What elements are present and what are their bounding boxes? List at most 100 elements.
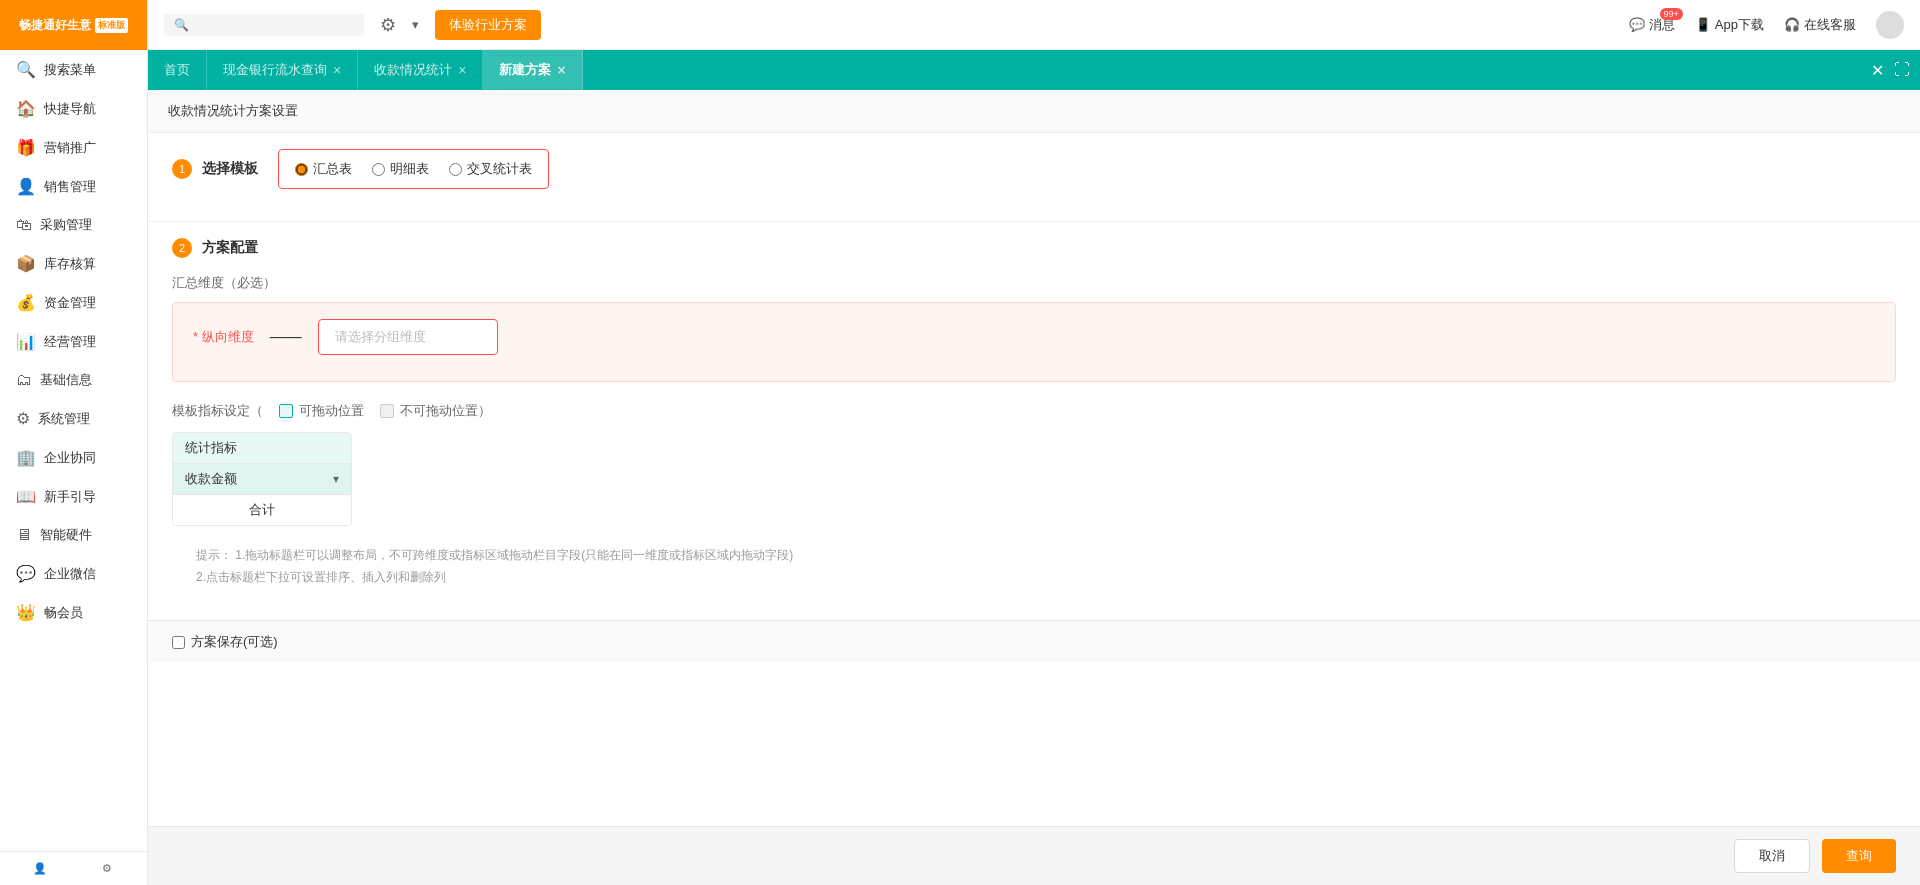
sidebar-item-weixin[interactable]: 💬 企业微信: [0, 554, 147, 593]
detail-radio[interactable]: [372, 163, 385, 176]
dim-placeholder: 请选择分组维度: [335, 328, 426, 346]
sidebar-item-sales[interactable]: 👤 销售管理: [0, 167, 147, 206]
sidebar-bottom: 👤 ⚙: [0, 851, 147, 885]
main-area: 🔍 ⚙ ▾ 体验行业方案 💬 消息 99+ 📱 App下载 🎧 在线客服 首页现…: [148, 0, 1920, 885]
sidebar-label-purchase: 采购管理: [40, 216, 92, 234]
sidebar-item-quick-nav[interactable]: 🏠 快捷导航: [0, 89, 147, 128]
template-options-box: 汇总表 明细表 交叉统计表: [278, 149, 549, 189]
collection-amount-row[interactable]: 收款金额 ▾: [173, 464, 351, 495]
sidebar-item-purchase[interactable]: 🛍 采购管理: [0, 206, 147, 244]
messages-btn[interactable]: 💬 消息 99+: [1629, 16, 1675, 34]
sidebar-label-basic: 基础信息: [40, 371, 92, 389]
content-area: 收款情况统计方案设置 1 选择模板 汇总表 明细表: [148, 90, 1920, 826]
tab-bank[interactable]: 现金银行流水查询×: [207, 50, 358, 90]
search-box[interactable]: 🔍: [164, 14, 364, 36]
step1-section: 1 选择模板 汇总表 明细表 交叉统计表: [148, 133, 1920, 222]
tab-new-plan[interactable]: 新建方案×: [483, 50, 582, 90]
template-cross[interactable]: 交叉统计表: [449, 160, 532, 178]
step2-number: 2: [172, 238, 192, 258]
content-inner: 收款情况统计方案设置 1 选择模板 汇总表 明细表: [148, 90, 1920, 826]
total-cell: 合计: [173, 495, 351, 525]
sidebar-item-operations[interactable]: 📊 经营管理: [0, 322, 147, 361]
tab-close-bank[interactable]: ×: [333, 62, 341, 78]
collection-amount-label: 收款金额: [185, 470, 237, 488]
query-button[interactable]: 查询: [1822, 839, 1896, 873]
cancel-button[interactable]: 取消: [1734, 839, 1810, 873]
non-draggable-indicator: [380, 404, 394, 418]
sidebar-bottom-right[interactable]: ⚙: [78, 862, 138, 875]
vertical-dim-label: * 纵向维度: [193, 328, 254, 346]
tab-close-all-icon[interactable]: ✕: [1871, 61, 1884, 80]
tip-1: 提示： 1.拖动标题栏可以调整布局，不可跨维度或指标区域拖动栏目字段(只能在同一…: [196, 545, 1872, 567]
app-name: 畅捷通好生意: [19, 17, 91, 34]
tabbar: 首页现金银行流水查询×收款情况统计×新建方案× ✕ ⛶: [148, 50, 1920, 90]
step2-header: 2 方案配置: [172, 238, 1896, 258]
page-title: 收款情况统计方案设置: [148, 90, 1920, 133]
hardware-icon: 🖥: [16, 526, 32, 544]
industry-btn[interactable]: 体验行业方案: [435, 10, 541, 40]
member-icon: 👑: [16, 603, 36, 622]
sidebar-item-finance[interactable]: 💰 资金管理: [0, 283, 147, 322]
tab-home[interactable]: 首页: [148, 50, 207, 90]
indicator-title-text: 模板指标设定（: [172, 402, 263, 420]
template-summary[interactable]: 汇总表: [295, 160, 352, 178]
tab-collection[interactable]: 收款情况统计 ×: [358, 50, 483, 90]
stats-label: 统计指标: [185, 439, 237, 457]
sidebar-label-member: 畅会员: [44, 604, 83, 622]
sidebar-label-system: 系统管理: [38, 410, 90, 428]
dim-select-box[interactable]: 请选择分组维度: [318, 319, 498, 355]
system-icon: ⚙: [16, 409, 30, 428]
cross-label: 交叉统计表: [467, 160, 532, 178]
app-download-label: App下载: [1715, 16, 1764, 34]
sidebar-item-basic[interactable]: 🗂 基础信息: [0, 361, 147, 399]
user-avatar[interactable]: [1876, 11, 1904, 39]
step1-header: 1 选择模板 汇总表 明细表 交叉统计表: [172, 149, 1896, 189]
sidebar-item-marketing[interactable]: 🎁 营销推广: [0, 128, 147, 167]
weixin-icon: 💬: [16, 564, 36, 583]
guide-icon: 📖: [16, 487, 36, 506]
detail-label: 明细表: [390, 160, 429, 178]
quick-nav-icon: 🏠: [16, 99, 36, 118]
tab-close-new-plan[interactable]: ×: [557, 62, 565, 78]
sidebar-item-inventory[interactable]: 📦 库存核算: [0, 244, 147, 283]
app-download-btn[interactable]: 📱 App下载: [1695, 16, 1764, 34]
sidebar-label-search-menu: 搜索菜单: [44, 61, 96, 79]
summary-label: 汇总表: [313, 160, 352, 178]
tab-close-collection[interactable]: ×: [458, 62, 466, 78]
sidebar-item-member[interactable]: 👑 畅会员: [0, 593, 147, 632]
online-service-label: 在线客服: [1804, 16, 1856, 34]
settings-icon[interactable]: ⚙: [380, 14, 396, 36]
tab-label-collection: 收款情况统计: [374, 61, 452, 79]
online-service-btn[interactable]: 🎧 在线客服: [1784, 16, 1856, 34]
cross-radio[interactable]: [449, 163, 462, 176]
tabs-container: 首页现金银行流水查询×收款情况统计×新建方案×: [148, 50, 583, 90]
sidebar-label-weixin: 企业微信: [44, 565, 96, 583]
summary-radio[interactable]: [295, 163, 308, 176]
step1-number: 1: [172, 159, 192, 179]
sidebar-label-enterprise: 企业协同: [44, 449, 96, 467]
dim-arrow: ——: [270, 328, 302, 346]
sidebar-item-guide[interactable]: 📖 新手引导: [0, 477, 147, 516]
sidebar-item-search-menu[interactable]: 🔍 搜索菜单: [0, 50, 147, 89]
tab-label-home: 首页: [164, 61, 190, 79]
sales-icon: 👤: [16, 177, 36, 196]
save-plan-checkbox[interactable]: [172, 636, 185, 649]
search-icon: 🔍: [174, 18, 189, 32]
sidebar-label-quick-nav: 快捷导航: [44, 100, 96, 118]
dropdown-icon[interactable]: ▾: [412, 17, 419, 32]
sidebar-item-hardware[interactable]: 🖥 智能硬件: [0, 516, 147, 554]
indicator-header: 模板指标设定（ 可拖动位置 不可拖动位置）: [172, 402, 1896, 420]
sidebar-label-marketing: 营销推广: [44, 139, 96, 157]
template-detail[interactable]: 明细表: [372, 160, 429, 178]
inventory-icon: 📦: [16, 254, 36, 273]
draggable-indicator: [279, 404, 293, 418]
sidebar-label-inventory: 库存核算: [44, 255, 96, 273]
save-plan-label[interactable]: 方案保存(可选): [172, 633, 278, 651]
save-plan-text: 方案保存(可选): [191, 633, 278, 651]
sidebar-item-system[interactable]: ⚙ 系统管理: [0, 399, 147, 438]
sidebar-item-enterprise[interactable]: 🏢 企业协同: [0, 438, 147, 477]
chevron-down-icon[interactable]: ▾: [333, 472, 339, 486]
dimension-row: * 纵向维度 —— 请选择分组维度: [193, 319, 1875, 355]
tab-maximize-icon[interactable]: ⛶: [1894, 61, 1910, 79]
sidebar-bottom-left[interactable]: 👤: [10, 862, 70, 875]
